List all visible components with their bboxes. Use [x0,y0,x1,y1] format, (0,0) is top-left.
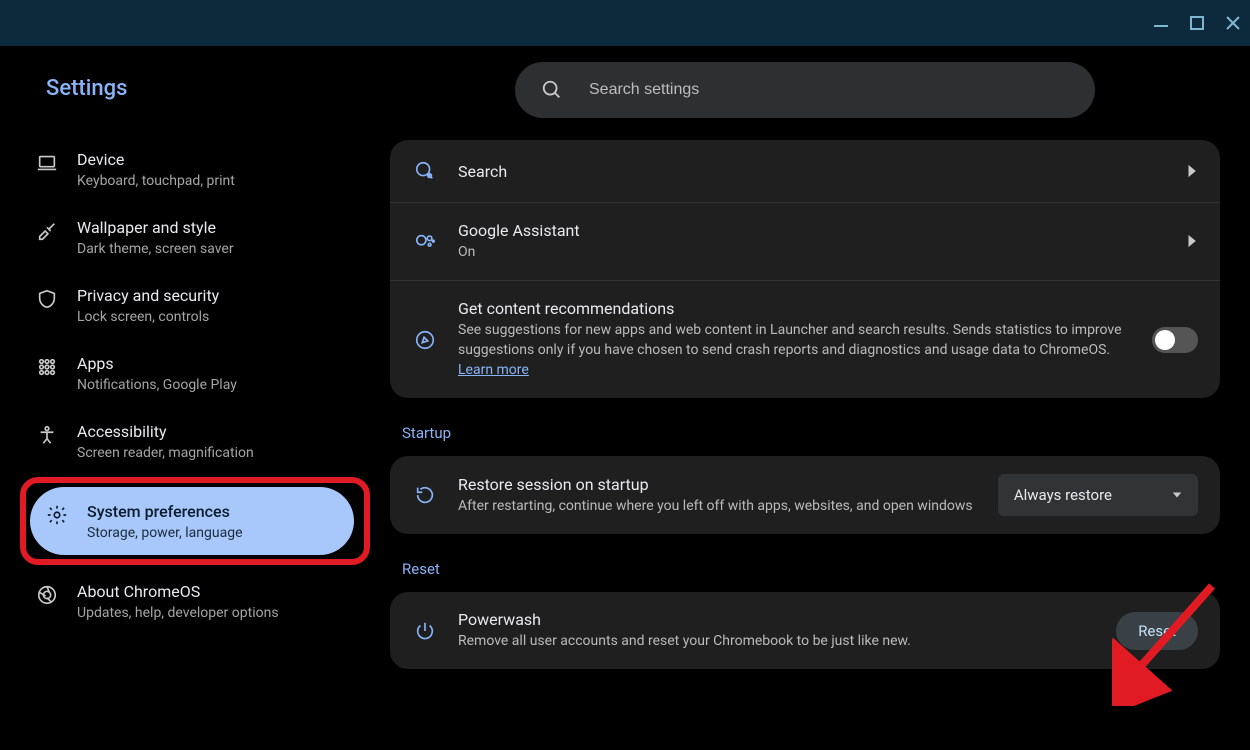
search-icon [541,79,563,101]
main-content: Search Google Assistant On Get content re… [380,46,1250,750]
row-powerwash: Powerwash Remove all user accounts and re… [390,592,1220,669]
sidebar: Settings Device Keyboard, touchpad, print… [0,46,380,750]
sidebar-item-device[interactable]: Device Keyboard, touchpad, print [20,135,370,203]
recommendations-toggle[interactable] [1152,327,1198,353]
sidebar-label: Privacy and security [77,285,219,307]
restore-dropdown[interactable]: Always restore [998,474,1198,516]
annotation-highlight: System preferences Storage, power, langua… [20,477,370,565]
row-title: Google Assistant [458,221,1166,240]
row-title: Get content recommendations [458,299,1132,318]
row-sub: On [458,242,1166,262]
sidebar-label: Device [77,149,235,171]
brush-icon [35,219,59,243]
chevron-down-icon [1172,490,1182,500]
sidebar-title: Settings [20,76,370,101]
row-recommendations: Get content recommendations See suggesti… [390,280,1220,398]
chrome-icon [35,583,59,607]
row-sub: See suggestions for new apps and web con… [458,320,1132,380]
row-sub: Remove all user accounts and reset your … [458,631,1096,651]
section-startup-label: Startup [402,424,1220,442]
sidebar-sub: Lock screen, controls [77,309,219,325]
startup-group: Restore session on startup After restarti… [390,456,1220,534]
minimize-button[interactable] [1152,14,1170,32]
chevron-right-icon [1186,232,1198,251]
sidebar-label: Wallpaper and style [77,217,234,239]
compass-icon [412,327,438,353]
sidebar-sub: Updates, help, developer options [77,605,279,621]
reset-group: Powerwash Remove all user accounts and re… [390,592,1220,669]
power-icon [412,618,438,644]
accessibility-icon [35,423,59,447]
close-button[interactable] [1224,14,1242,32]
search-input[interactable] [589,81,1069,99]
sidebar-sub: Notifications, Google Play [77,377,237,393]
laptop-icon [35,151,59,175]
chevron-right-icon [1186,162,1198,181]
sidebar-label: About ChromeOS [77,581,279,603]
window-titlebar [0,0,1250,46]
assistant-icon [412,229,438,255]
sidebar-sub: Screen reader, magnification [77,445,254,461]
sidebar-label: Apps [77,353,237,375]
reset-button[interactable]: Reset [1116,612,1198,650]
search-engine-icon [412,158,438,184]
row-search[interactable]: Search [390,140,1220,202]
row-title: Powerwash [458,610,1096,629]
sidebar-label: System preferences [87,501,243,523]
dropdown-value: Always restore [1014,486,1112,504]
sidebar-item-apps[interactable]: Apps Notifications, Google Play [20,339,370,407]
shield-icon [35,287,59,311]
section-reset-label: Reset [402,560,1220,578]
gear-icon [45,503,69,527]
sidebar-item-system[interactable]: System preferences Storage, power, langua… [30,487,354,555]
restore-icon [412,482,438,508]
sidebar-item-wallpaper[interactable]: Wallpaper and style Dark theme, screen sa… [20,203,370,271]
sidebar-sub: Storage, power, language [87,525,243,541]
search-box[interactable] [515,62,1095,118]
grid-icon [35,355,59,379]
sidebar-item-about[interactable]: About ChromeOS Updates, help, developer o… [20,567,370,635]
sidebar-item-accessibility[interactable]: Accessibility Screen reader, magnificatio… [20,407,370,475]
settings-group: Search Google Assistant On Get content re… [390,140,1220,398]
sidebar-sub: Dark theme, screen saver [77,241,234,257]
row-restore-session: Restore session on startup After restarti… [390,456,1220,534]
sidebar-sub: Keyboard, touchpad, print [77,173,235,189]
sidebar-label: Accessibility [77,421,254,443]
learn-more-link[interactable]: Learn more [458,362,529,378]
maximize-button[interactable] [1188,14,1206,32]
row-title: Search [458,162,1166,181]
row-assistant[interactable]: Google Assistant On [390,202,1220,280]
row-title: Restore session on startup [458,475,978,494]
sidebar-item-privacy[interactable]: Privacy and security Lock screen, control… [20,271,370,339]
row-sub: After restarting, continue where you lef… [458,496,978,516]
